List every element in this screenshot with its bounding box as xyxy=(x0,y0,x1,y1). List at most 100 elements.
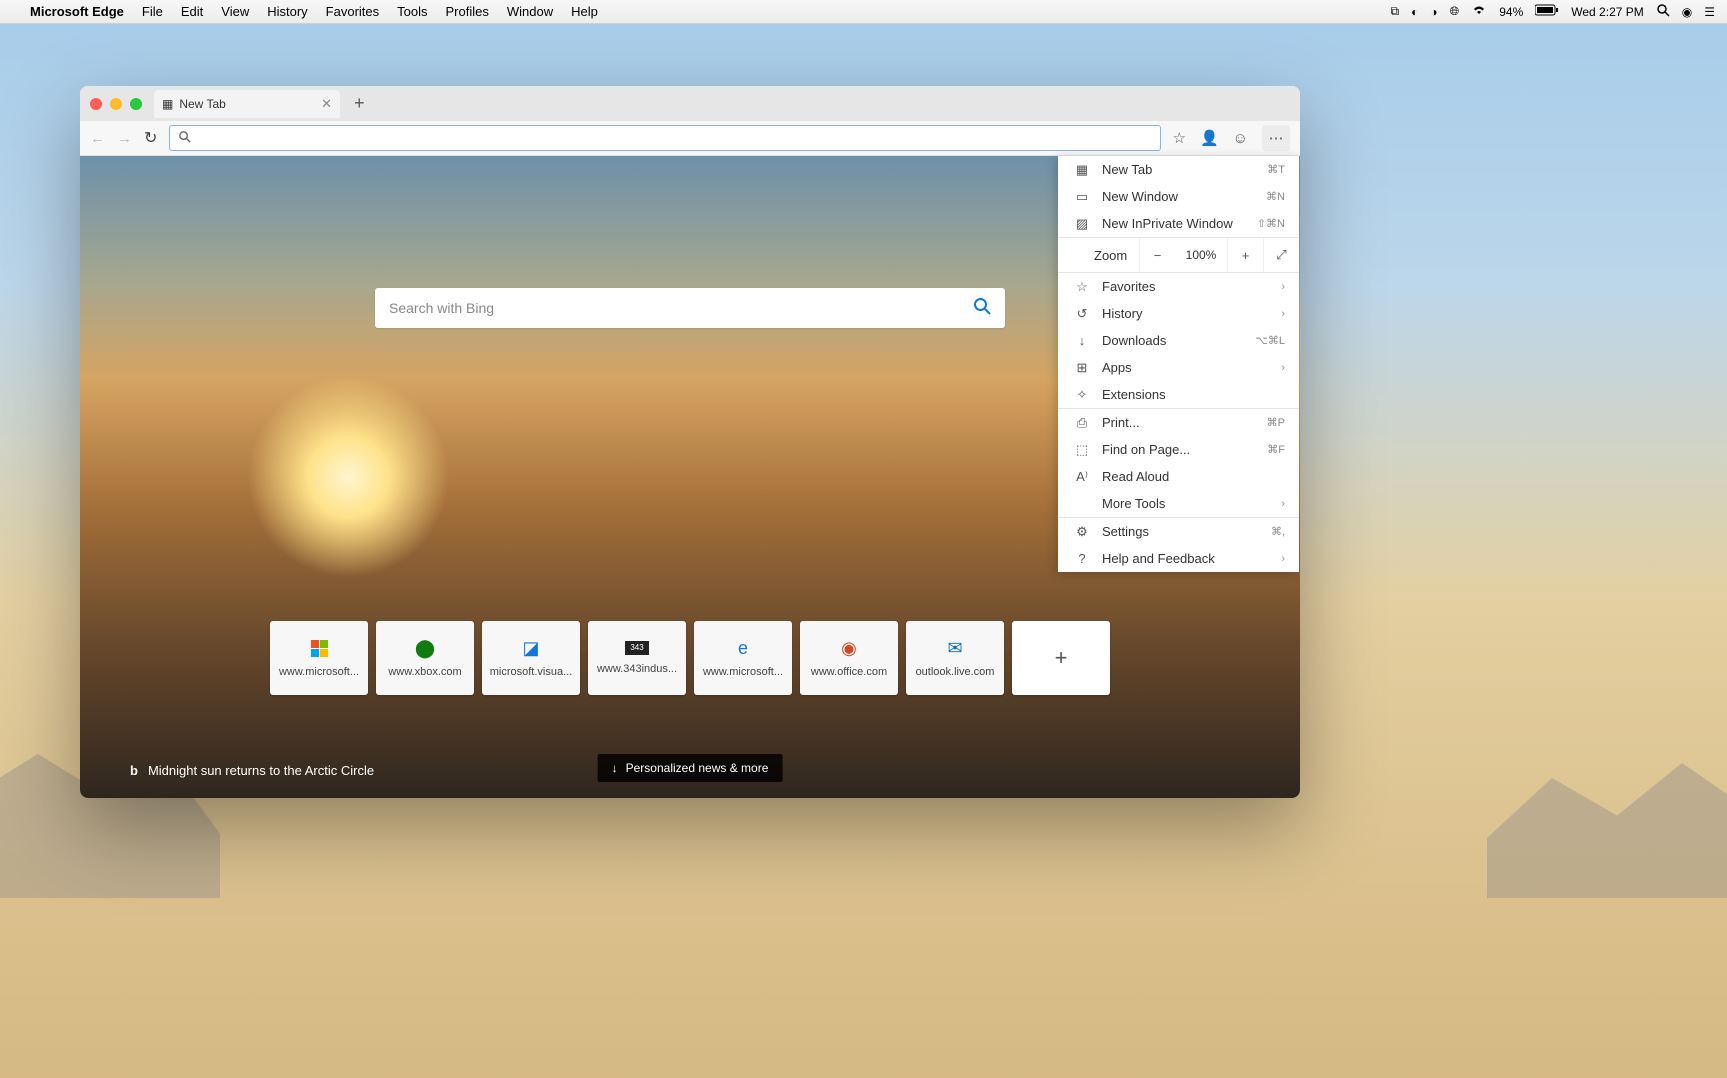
tile-label: microsoft.visua... xyxy=(490,666,573,678)
address-bar[interactable] xyxy=(169,125,1160,151)
minimize-window-button[interactable] xyxy=(110,98,122,110)
menu-history[interactable]: ↺History› xyxy=(1058,300,1299,327)
chevron-right-icon: › xyxy=(1281,553,1285,565)
status-icon[interactable]: ◐ xyxy=(1411,5,1418,19)
siri-icon[interactable]: ◉ xyxy=(1682,5,1692,19)
spotlight-icon[interactable] xyxy=(1656,3,1670,20)
tile-xbox[interactable]: ⬤ www.xbox.com xyxy=(376,621,474,695)
tile-office[interactable]: ◉ www.office.com xyxy=(800,621,898,695)
menu-view[interactable]: View xyxy=(221,4,249,19)
zoom-value: 100% xyxy=(1175,248,1227,262)
menu-settings[interactable]: ⚙Settings⌘, xyxy=(1058,518,1299,545)
bing-search-box[interactable]: Search with Bing xyxy=(375,288,1005,328)
chevron-right-icon: › xyxy=(1281,498,1285,510)
search-placeholder: Search with Bing xyxy=(389,300,973,316)
tile-label: www.343indus... xyxy=(597,663,677,675)
close-tab-button[interactable]: ✕ xyxy=(321,96,332,112)
menu-new-window[interactable]: ▭New Window⌘N xyxy=(1058,183,1299,210)
menu-file[interactable]: File xyxy=(142,4,163,19)
extensions-icon: ✧ xyxy=(1072,387,1092,403)
news-button-label: Personalized news & more xyxy=(626,761,769,775)
star-icon: ☆ xyxy=(1072,279,1092,295)
menu-profiles[interactable]: Profiles xyxy=(446,4,489,19)
apps-icon: ⊞ xyxy=(1072,360,1092,376)
xbox-icon: ⬤ xyxy=(415,638,435,658)
edge-icon: e xyxy=(733,638,753,658)
tile-label: www.xbox.com xyxy=(388,666,461,678)
menu-favorites[interactable]: ☆Favorites› xyxy=(1058,273,1299,300)
chevron-down-icon: ↓ xyxy=(612,761,618,775)
print-icon: ⎙ xyxy=(1072,415,1092,431)
search-icon[interactable] xyxy=(973,297,991,320)
fullscreen-button[interactable]: ⤢ xyxy=(1263,238,1299,272)
zoom-out-button[interactable]: − xyxy=(1139,238,1175,272)
menu-window[interactable]: Window xyxy=(507,4,553,19)
search-icon xyxy=(178,130,191,146)
more-menu-button[interactable]: ⋯ xyxy=(1262,125,1290,151)
tile-label: outlook.live.com xyxy=(916,666,995,678)
news-expand-button[interactable]: ↓ Personalized news & more xyxy=(598,754,783,782)
menu-help[interactable]: Help xyxy=(571,4,598,19)
chevron-right-icon: › xyxy=(1281,281,1285,293)
menu-extensions[interactable]: ✧Extensions xyxy=(1058,381,1299,408)
overflow-menu: ▦New Tab⌘T ▭New Window⌘N ▨New InPrivate … xyxy=(1058,156,1299,572)
menu-history[interactable]: History xyxy=(267,4,307,19)
back-button[interactable]: ← xyxy=(90,130,105,147)
gear-icon: ⚙ xyxy=(1072,524,1092,540)
forward-button[interactable]: → xyxy=(117,130,132,147)
clock[interactable]: Wed 2:27 PM xyxy=(1571,5,1643,19)
menu-help[interactable]: ?Help and Feedback› xyxy=(1058,545,1299,572)
control-center-icon[interactable]: ☰ xyxy=(1704,5,1715,19)
profile-icon[interactable]: 👤 xyxy=(1200,129,1219,147)
343-icon: 343 xyxy=(625,641,649,655)
macos-menubar: Microsoft Edge File Edit View History Fa… xyxy=(0,0,1727,24)
tile-343[interactable]: 343 www.343indus... xyxy=(588,621,686,695)
help-icon: ? xyxy=(1072,551,1092,566)
maximize-window-button[interactable] xyxy=(130,98,142,110)
tab-icon: ▦ xyxy=(1072,162,1092,178)
favorite-star-icon[interactable]: ☆ xyxy=(1173,129,1186,147)
bing-icon: b xyxy=(130,763,138,778)
microsoft-icon xyxy=(309,638,329,658)
history-icon: ↺ xyxy=(1072,306,1092,322)
globe-icon[interactable]: 🌐︎ xyxy=(1450,4,1460,19)
dropbox-icon[interactable]: ⧉ xyxy=(1391,4,1400,19)
inprivate-icon: ▨ xyxy=(1072,216,1092,232)
reload-button[interactable]: ↻ xyxy=(144,128,157,148)
battery-icon[interactable] xyxy=(1535,4,1559,19)
feedback-icon[interactable]: ☺ xyxy=(1233,130,1248,147)
add-tile-button[interactable]: + xyxy=(1012,621,1110,695)
image-caption[interactable]: b Midnight sun returns to the Arctic Cir… xyxy=(130,763,374,778)
menu-favorites[interactable]: Favorites xyxy=(326,4,379,19)
find-icon: ⬚ xyxy=(1072,442,1092,458)
quick-links: www.microsoft... ⬤ www.xbox.com ◪ micros… xyxy=(270,621,1110,695)
menu-apps[interactable]: ⊞Apps› xyxy=(1058,354,1299,381)
browser-toolbar: ← → ↻ ☆ 👤 ☺ ⋯ xyxy=(80,121,1300,156)
new-tab-button[interactable]: + xyxy=(348,93,371,114)
tab-title: New Tab xyxy=(179,97,225,111)
status-icon-2[interactable]: ◑ xyxy=(1430,5,1437,19)
tile-outlook[interactable]: ✉ outlook.live.com xyxy=(906,621,1004,695)
wifi-icon[interactable] xyxy=(1471,4,1487,19)
tile-edge[interactable]: e www.microsoft... xyxy=(694,621,792,695)
app-menu[interactable]: Microsoft Edge xyxy=(30,4,124,19)
zoom-in-button[interactable]: + xyxy=(1227,238,1263,272)
menu-read-aloud[interactable]: A⁾Read Aloud xyxy=(1058,463,1299,490)
tile-visualstudio[interactable]: ◪ microsoft.visua... xyxy=(482,621,580,695)
menu-more-tools[interactable]: More Tools› xyxy=(1058,490,1299,517)
menu-find[interactable]: ⬚Find on Page...⌘F xyxy=(1058,436,1299,463)
menu-edit[interactable]: Edit xyxy=(181,4,203,19)
tile-label: www.microsoft... xyxy=(703,666,783,678)
chevron-right-icon: › xyxy=(1281,362,1285,374)
tile-microsoft[interactable]: www.microsoft... xyxy=(270,621,368,695)
menu-print[interactable]: ⎙Print...⌘P xyxy=(1058,409,1299,436)
menu-new-inprivate[interactable]: ▨New InPrivate Window⇧⌘N xyxy=(1058,210,1299,237)
menu-new-tab[interactable]: ▦New Tab⌘T xyxy=(1058,156,1299,183)
menu-downloads[interactable]: ↓Downloads⌥⌘L xyxy=(1058,327,1299,354)
menu-tools[interactable]: Tools xyxy=(397,4,427,19)
browser-tab[interactable]: ▦ New Tab ✕ xyxy=(154,90,340,118)
tab-favicon: ▦ xyxy=(162,97,173,111)
chevron-right-icon: › xyxy=(1281,308,1285,320)
browser-window: ▦ New Tab ✕ + ← → ↻ ☆ 👤 ☺ ⋯ Search with … xyxy=(80,86,1300,798)
close-window-button[interactable] xyxy=(90,98,102,110)
